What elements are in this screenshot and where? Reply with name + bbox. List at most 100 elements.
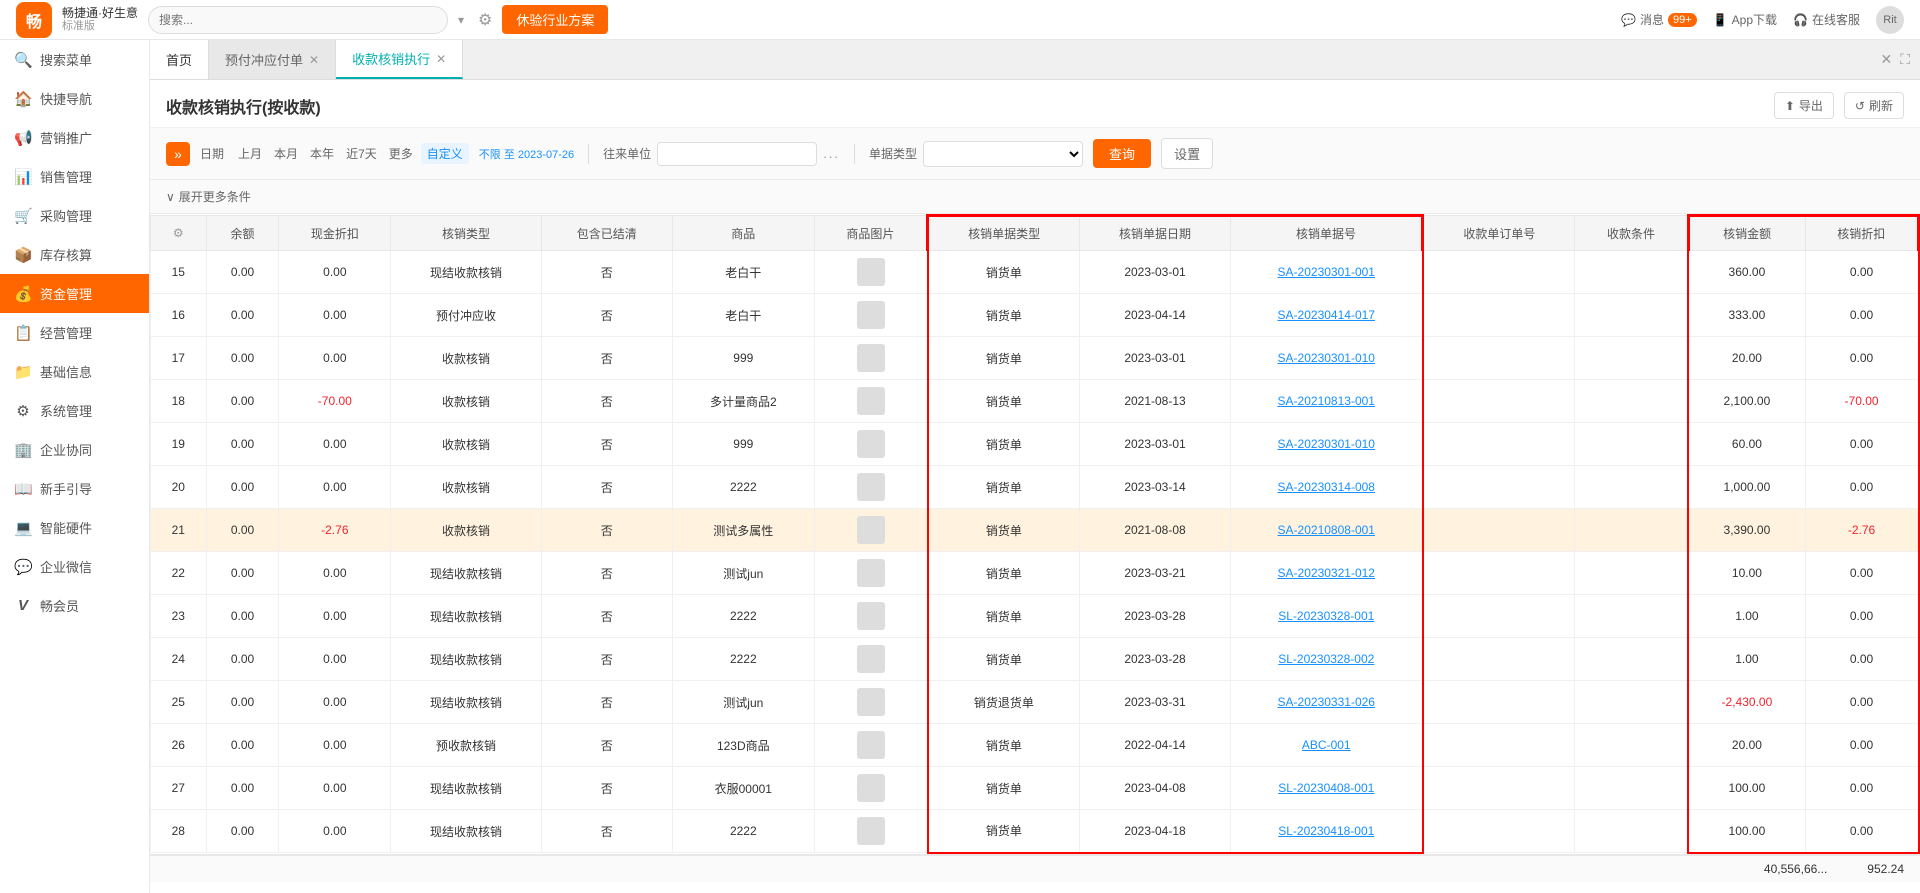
filter-last-month[interactable]: 上月 bbox=[234, 143, 266, 164]
filter-bill-type-select[interactable] bbox=[923, 141, 1083, 167]
sidebar-item-finance[interactable]: 💰 资金管理 bbox=[0, 274, 149, 313]
expand-chevron-icon: ∨ bbox=[166, 190, 175, 204]
goods-image-cell bbox=[814, 251, 927, 294]
table-row: 180.00-70.00收款核销否多计量商品2销货单2021-08-13SA-2… bbox=[151, 380, 1919, 423]
export-icon: ⬆ bbox=[1785, 99, 1795, 113]
sidebar-item-member[interactable]: V 畅会员 bbox=[0, 586, 149, 625]
goods-image-cell bbox=[814, 380, 927, 423]
tab-home[interactable]: 首页 bbox=[150, 40, 209, 79]
sidebar-item-enterprise[interactable]: 🏢 企业协同 bbox=[0, 430, 149, 469]
filter-separator bbox=[588, 144, 589, 164]
refresh-icon: ↺ bbox=[1855, 99, 1865, 113]
filter-date-buttons: 上月 本月 本年 近7天 更多 自定义 bbox=[234, 143, 469, 164]
th-verify-amount: 核销金额 bbox=[1688, 216, 1805, 251]
footer-verify-amount: 40,556,66... bbox=[1764, 862, 1827, 876]
tab-prepay[interactable]: 预付冲应付单 ✕ bbox=[209, 40, 336, 79]
table-row: 220.000.00现结收款核销否测试jun销货单2023-03-21SA-20… bbox=[151, 552, 1919, 595]
goods-image-cell bbox=[814, 724, 927, 767]
basic-info-icon: 📁 bbox=[14, 363, 32, 381]
content-area: 首页 预付冲应付单 ✕ 收款核销执行 ✕ ✕ ⛶ 收款核销执行(按收款) bbox=[150, 40, 1920, 893]
sidebar-item-sales[interactable]: 📊 销售管理 bbox=[0, 157, 149, 196]
sidebar-item-system[interactable]: ⚙ 系统管理 bbox=[0, 391, 149, 430]
tab-receipt[interactable]: 收款核销执行 ✕ bbox=[336, 40, 463, 79]
tab-close-receipt[interactable]: ✕ bbox=[436, 52, 446, 66]
main-layout: 🔍 搜索菜单 🏠 快捷导航 📢 营销推广 📊 销售管理 🛒 采购管理 📦 库存核… bbox=[0, 40, 1920, 893]
hardware-icon: 💻 bbox=[14, 519, 32, 537]
system-icon: ⚙ bbox=[14, 402, 32, 420]
goods-image-cell bbox=[814, 681, 927, 724]
filter-area: » 日期 上月 本月 本年 近7天 更多 自定义 不限 至 2023-07-26… bbox=[150, 128, 1920, 180]
search-icon: 🔍 bbox=[14, 51, 32, 69]
search-chevron-icon[interactable]: ▾ bbox=[458, 13, 464, 27]
filter-expand-button[interactable]: » bbox=[166, 142, 190, 166]
tab-bar: 首页 预付冲应付单 ✕ 收款核销执行 ✕ ✕ ⛶ bbox=[150, 40, 1920, 80]
tab-close-prepay[interactable]: ✕ bbox=[309, 53, 319, 67]
filter-custom-date[interactable]: 自定义 bbox=[421, 143, 469, 164]
top-bar: 畅 畅捷通·好生意 标准版 ▾ ⚙ 休验行业方案 💬 消息 99+ 📱 App下… bbox=[0, 0, 1920, 40]
sidebar-item-management[interactable]: 📋 经营管理 bbox=[0, 313, 149, 352]
sidebar-item-quick-nav[interactable]: 🏠 快捷导航 bbox=[0, 79, 149, 118]
user-avatar[interactable]: Rit bbox=[1876, 6, 1904, 34]
finance-icon: 💰 bbox=[14, 285, 32, 303]
table-footer: 40,556,66... 952.24 bbox=[150, 854, 1920, 882]
download-icon: 📱 bbox=[1713, 13, 1728, 27]
service-icon: 🎧 bbox=[1793, 13, 1808, 27]
filter-this-month[interactable]: 本月 bbox=[270, 143, 302, 164]
table-settings-button[interactable]: 设置 bbox=[1161, 138, 1213, 169]
app-logo-text: 畅捷通·好生意 bbox=[62, 6, 138, 20]
filter-party-input[interactable] bbox=[657, 142, 817, 166]
online-service-button[interactable]: 🎧 在线客服 bbox=[1793, 11, 1860, 28]
table-row: 280.000.00现结收款核销否2222销货单2023-04-18SL-202… bbox=[151, 810, 1919, 853]
table-header-row: ⚙ 余额 现金折扣 核销类型 包含已结清 商品 商品图片 核销单据类型 核销单据… bbox=[151, 216, 1919, 251]
table-body: 150.000.00现结收款核销否老白干销货单2023-03-01SA-2023… bbox=[151, 251, 1919, 853]
enterprise-icon: 🏢 bbox=[14, 441, 32, 459]
message-button[interactable]: 💬 消息 99+ bbox=[1621, 11, 1697, 28]
guide-icon: 📖 bbox=[14, 480, 32, 498]
th-verify-bill-type: 核销单据类型 bbox=[928, 216, 1080, 251]
purchase-icon: 🛒 bbox=[14, 207, 32, 225]
table-row: 170.000.00收款核销否999销货单2023-03-01SA-202303… bbox=[151, 337, 1919, 380]
global-search-input[interactable] bbox=[148, 6, 448, 34]
query-button[interactable]: 查询 bbox=[1093, 139, 1151, 168]
th-include-settled: 包含已结清 bbox=[541, 216, 672, 251]
sidebar-item-guide[interactable]: 📖 新手引导 bbox=[0, 469, 149, 508]
footer-verify-discount: 952.24 bbox=[1867, 862, 1904, 876]
sales-icon: 📊 bbox=[14, 168, 32, 186]
filter-more-dates[interactable]: 更多 bbox=[385, 143, 417, 164]
sidebar-item-inventory[interactable]: 📦 库存核算 bbox=[0, 235, 149, 274]
th-cash-discount: 现金折扣 bbox=[279, 216, 391, 251]
table-row: 270.000.00现结收款核销否衣服00001销货单2023-04-08SL-… bbox=[151, 767, 1919, 810]
filter-party-dots[interactable]: ... bbox=[823, 146, 840, 161]
expand-more-button[interactable]: ∨ 展开更多条件 bbox=[166, 184, 1904, 209]
table-row: 200.000.00收款核销否2222销货单2023-03-14SA-20230… bbox=[151, 466, 1919, 509]
th-gear[interactable]: ⚙ bbox=[151, 216, 207, 251]
export-button[interactable]: ⬆ 导出 bbox=[1774, 92, 1834, 119]
sidebar-item-wechat[interactable]: 💬 企业微信 bbox=[0, 547, 149, 586]
settings-gear-icon[interactable]: ⚙ bbox=[478, 10, 492, 30]
th-verify-type: 核销类型 bbox=[391, 216, 542, 251]
page-header-actions: ⬆ 导出 ↺ 刷新 bbox=[1774, 92, 1904, 119]
home-icon: 🏠 bbox=[14, 90, 32, 108]
table-area[interactable]: ⚙ 余额 现金折扣 核销类型 包含已结清 商品 商品图片 核销单据类型 核销单据… bbox=[150, 214, 1920, 893]
table-row: 150.000.00现结收款核销否老白干销货单2023-03-01SA-2023… bbox=[151, 251, 1919, 294]
refresh-button[interactable]: ↺ 刷新 bbox=[1844, 92, 1904, 119]
sidebar-item-hardware[interactable]: 💻 智能硬件 bbox=[0, 508, 149, 547]
tab-fullscreen-button[interactable]: ⛶ bbox=[1900, 51, 1910, 68]
filter-this-year[interactable]: 本年 bbox=[306, 143, 338, 164]
data-table: ⚙ 余额 现金折扣 核销类型 包含已结清 商品 商品图片 核销单据类型 核销单据… bbox=[150, 214, 1920, 854]
th-receipt-order-no: 收款单订单号 bbox=[1423, 216, 1575, 251]
tab-spacer bbox=[463, 40, 1870, 79]
tab-close-all-button[interactable]: ✕ bbox=[1880, 51, 1892, 68]
gear-icon[interactable]: ⚙ bbox=[173, 226, 184, 240]
inventory-icon: 📦 bbox=[14, 246, 32, 264]
sidebar-item-purchase[interactable]: 🛒 采购管理 bbox=[0, 196, 149, 235]
sidebar-item-basic-info[interactable]: 📁 基础信息 bbox=[0, 352, 149, 391]
table-row: 210.00-2.76收款核销否测试多属性销货单2021-08-08SA-202… bbox=[151, 509, 1919, 552]
industry-solution-button[interactable]: 休验行业方案 bbox=[502, 5, 608, 34]
filter-last-7days[interactable]: 近7天 bbox=[342, 143, 381, 164]
filter-bill-type-group: 单据类型 bbox=[869, 141, 1083, 167]
sidebar-item-search[interactable]: 🔍 搜索菜单 bbox=[0, 40, 149, 79]
sidebar-item-marketing[interactable]: 📢 营销推广 bbox=[0, 118, 149, 157]
app-download-button[interactable]: 📱 App下载 bbox=[1713, 11, 1777, 28]
filter-separator2 bbox=[854, 144, 855, 164]
